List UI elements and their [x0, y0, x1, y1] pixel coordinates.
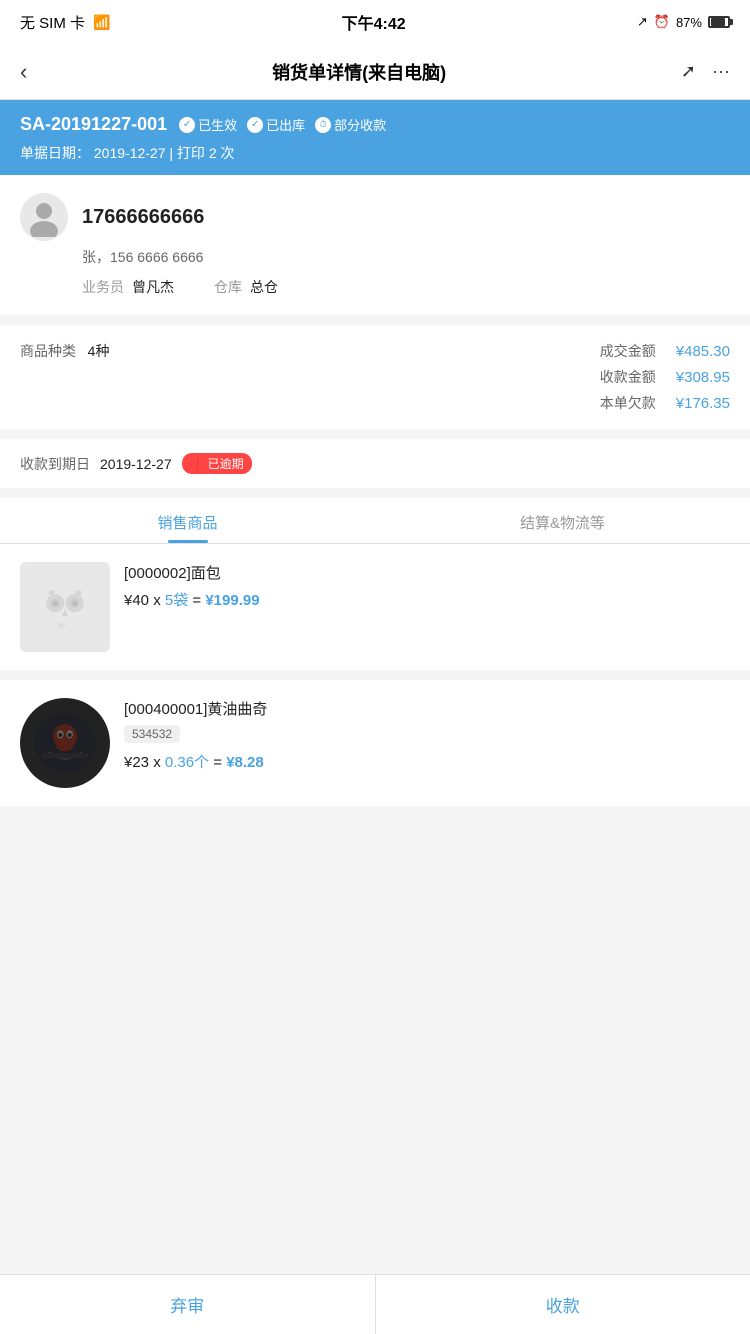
product-price-row-2: ¥23 x 0.36个 = ¥8.28 [124, 751, 730, 772]
status-time: 下午4:42 [342, 10, 406, 34]
order-header-top: SA-20191227-001 ✓ 已生效 ✓ 已出库 ⏱ 部分收款 [20, 114, 730, 135]
product-info-2: [000400001]黄油曲奇 534532 ¥23 x 0.36个 = ¥8.… [124, 698, 730, 772]
product-total-2: ¥8.28 [226, 754, 264, 771]
more-button[interactable]: ··· [712, 61, 730, 82]
deal-amount-value: ¥485.30 [676, 343, 730, 360]
stats-row-2: 本单欠款 ¥176.35 [600, 393, 730, 413]
customer-phone: 17666666666 [82, 206, 204, 229]
battery-percent: 87% [676, 15, 702, 30]
battery-icon [708, 16, 730, 28]
product-kind-row: 商品种类 4种 [20, 341, 109, 361]
sales-label: 业务员 [82, 277, 124, 297]
product-qty-2: 0.36个 [165, 754, 209, 771]
order-id: SA-20191227-001 [20, 114, 167, 135]
product-tag-2: 534532 [124, 725, 180, 743]
stats-row-0: 成交金额 ¥485.30 [600, 341, 730, 361]
location-icon: ↗ [637, 14, 648, 30]
product-price-row-1: ¥40 x 5袋 = ¥199.99 [124, 589, 730, 610]
product-name-1: [0000002]面包 [124, 562, 730, 583]
order-header: SA-20191227-001 ✓ 已生效 ✓ 已出库 ⏱ 部分收款 单据日期：… [0, 100, 750, 175]
reject-label: 弃审 [170, 1292, 204, 1317]
tab-sales-products[interactable]: 销售商品 [0, 498, 375, 543]
order-date-row: 单据日期： 2019-12-27 | 打印 2 次 [20, 143, 730, 163]
sales-info: 业务员 曾凡杰 [82, 277, 174, 297]
list-item: 鲸+ [0000002]面包 ¥40 x 5袋 = ¥199.99 [0, 544, 750, 670]
page-title: 销货单详情(来自电脑) [37, 59, 681, 85]
product-price-2: ¥23 [124, 754, 149, 771]
badge-partial-label: 部分收款 [334, 115, 386, 134]
product-list: 鲸+ [0000002]面包 ¥40 x 5袋 = ¥199.99 [0, 544, 750, 806]
overdue-icon: ❗ [190, 457, 205, 471]
warehouse-name: 总仓 [250, 277, 278, 297]
order-badges: ✓ 已生效 ✓ 已出库 ⏱ 部分收款 [179, 115, 386, 134]
overdue-badge: ❗ 已逾期 [182, 453, 252, 474]
share-button[interactable]: ➚ [681, 61, 696, 82]
stats-row-1: 收款金额 ¥308.95 [600, 367, 730, 387]
sales-name: 曾凡杰 [132, 277, 174, 297]
product-kind-value: 4种 [88, 343, 110, 359]
tabs-section: 销售商品 结算&物流等 [0, 498, 750, 544]
collect-label: 收款 [546, 1292, 580, 1317]
check-icon-1: ✓ [179, 117, 195, 133]
tab-settlement-label: 结算&物流等 [520, 515, 605, 532]
stats-left: 商品种类 4种 [20, 341, 109, 361]
product-kind-label: 商品种类 [20, 343, 76, 359]
overdue-text: 已逾期 [208, 455, 244, 472]
wifi-icon: 📶 [93, 14, 110, 31]
deal-amount-label: 成交金额 [600, 341, 656, 361]
due-label: 收款到期日 [20, 454, 90, 474]
tab-sales-label: 销售商品 [157, 515, 217, 532]
print-info: | 打印 2 次 [169, 145, 234, 161]
product-name-2: [000400001]黄油曲奇 [124, 698, 730, 719]
svg-text:鲸+: 鲸+ [58, 621, 69, 630]
check-icon-2: ✓ [247, 117, 263, 133]
product-image-1: 鲸+ [20, 562, 110, 652]
badge-shipped-label: 已出库 [266, 115, 305, 134]
clock-icon: ⏱ [315, 117, 331, 133]
status-bar: 无 SIM 卡 📶 下午4:42 ↗ ⏰ 87% [0, 0, 750, 44]
stats-section: 商品种类 4种 成交金额 ¥485.30 收款金额 ¥308.95 本单欠款 ¥… [0, 325, 750, 429]
tab-settlement[interactable]: 结算&物流等 [375, 498, 750, 543]
bottom-bar: 弃审 收款 [0, 1274, 750, 1334]
due-date: 2019-12-27 [100, 456, 172, 472]
status-right: ↗ ⏰ 87% [637, 14, 730, 30]
owed-label: 本单欠款 [600, 393, 656, 413]
status-left: 无 SIM 卡 📶 [20, 12, 110, 33]
product-placeholder-icon: 鲸+ [35, 577, 95, 637]
nav-bar: ‹ 销货单详情(来自电脑) ➚ ··· [0, 44, 750, 100]
back-button[interactable]: ‹ [20, 59, 27, 85]
customer-section: 17666666666 张，156 6666 6666 业务员 曾凡杰 仓库 总… [0, 175, 750, 315]
badge-shipped: ✓ 已出库 [247, 115, 305, 134]
stats-right: 成交金额 ¥485.30 收款金额 ¥308.95 本单欠款 ¥176.35 [600, 341, 730, 413]
collect-button[interactable]: 收款 [376, 1275, 750, 1334]
date-label: 单据日期： [20, 145, 90, 161]
received-value: ¥308.95 [676, 369, 730, 386]
product-price-1: ¥40 [124, 592, 149, 609]
product-img-2-icon [35, 713, 95, 773]
warehouse-label: 仓库 [214, 277, 242, 297]
avatar [20, 193, 68, 241]
reject-button[interactable]: 弃审 [0, 1275, 376, 1334]
nav-actions: ➚ ··· [681, 61, 730, 82]
received-label: 收款金额 [600, 367, 656, 387]
customer-info: 张，156 6666 6666 [20, 247, 730, 267]
product-info-1: [0000002]面包 ¥40 x 5袋 = ¥199.99 [124, 562, 730, 610]
signal-text: 无 SIM 卡 [20, 12, 85, 33]
customer-meta: 业务员 曾凡杰 仓库 总仓 [20, 277, 730, 297]
list-item: [000400001]黄油曲奇 534532 ¥23 x 0.36个 = ¥8.… [0, 680, 750, 806]
alarm-icon: ⏰ [654, 14, 670, 30]
product-total-1: ¥199.99 [205, 592, 259, 609]
product-qty-1: 5袋 [165, 592, 188, 609]
badge-effective-label: 已生效 [198, 115, 237, 134]
customer-top: 17666666666 [20, 193, 730, 241]
badge-partial: ⏱ 部分收款 [315, 115, 386, 134]
due-section: 收款到期日 2019-12-27 ❗ 已逾期 [0, 439, 750, 488]
product-image-2 [20, 698, 110, 788]
owed-value: ¥176.35 [676, 395, 730, 412]
order-date: 2019-12-27 [94, 145, 166, 161]
badge-effective: ✓ 已生效 [179, 115, 237, 134]
warehouse-info: 仓库 总仓 [214, 277, 278, 297]
